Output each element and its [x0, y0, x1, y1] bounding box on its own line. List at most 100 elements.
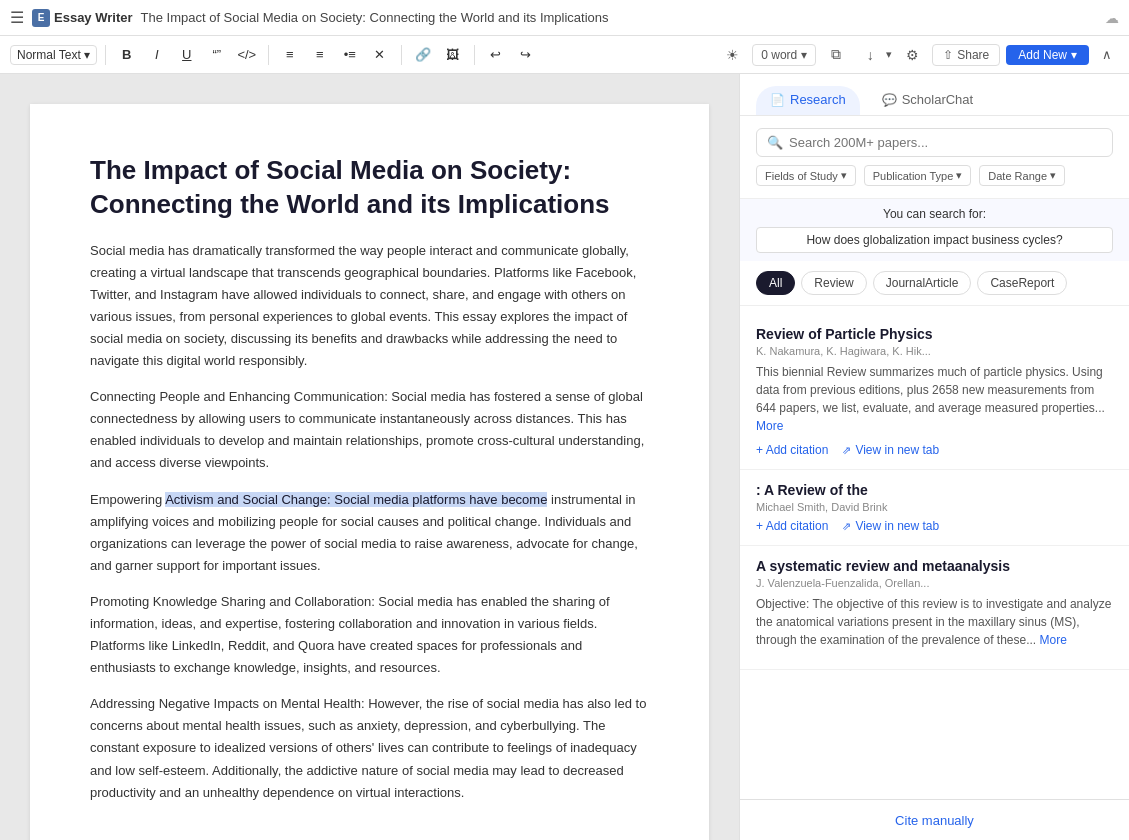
code-button[interactable]: </>	[234, 42, 260, 68]
results-list: Review of Particle Physics K. Nakamura, …	[740, 306, 1129, 799]
add-new-button[interactable]: Add New ▾	[1006, 45, 1089, 65]
result-actions-2: + Add citation ⇗ View in new tab	[756, 519, 1113, 533]
cite-manually-area: Cite manually	[740, 799, 1129, 840]
view-in-tab-2[interactable]: ⇗ View in new tab	[842, 519, 939, 533]
blockquote-button[interactable]: “”	[204, 42, 230, 68]
word-count-button[interactable]: 0 word ▾	[752, 44, 816, 66]
toolbar: Normal Text ▾ B I U “” </> ≡ ≡ •≡ ✕ 🔗 🖼 …	[0, 36, 1129, 74]
chip-review[interactable]: Review	[801, 271, 866, 295]
app-logo: E Essay Writer	[32, 9, 133, 27]
tab-scholarchat[interactable]: 💬 ScholarChat	[868, 86, 988, 115]
search-suggestion-query[interactable]: How does globalization impact business c…	[756, 227, 1113, 253]
result-more-1[interactable]: More	[756, 419, 783, 433]
date-chevron: ▾	[1050, 169, 1056, 182]
menu-icon[interactable]: ☰	[10, 8, 24, 27]
publication-chevron: ▾	[956, 169, 962, 182]
result-authors-3: J. Valenzuela-Fuenzalida, Orellan...	[756, 577, 1113, 589]
divider-3	[401, 45, 402, 65]
result-item: : A Review of the Michael Smith, David B…	[740, 470, 1129, 546]
ordered-list-button[interactable]: ≡	[307, 42, 333, 68]
result-abstract-1: This biennial Review summarizes much of …	[756, 363, 1113, 435]
download-chevron[interactable]: ▾	[886, 48, 892, 61]
view-in-tab-1[interactable]: ⇗ View in new tab	[842, 443, 939, 457]
download-group: ↓ ▾	[856, 41, 892, 69]
date-range-filter[interactable]: Date Range ▾	[979, 165, 1065, 186]
divider-1	[105, 45, 106, 65]
link-button[interactable]: 🔗	[410, 42, 436, 68]
search-area: 🔍 Fields of Study ▾ Publication Type ▾ D…	[740, 116, 1129, 198]
publication-type-filter[interactable]: Publication Type ▾	[864, 165, 972, 186]
result-title-3[interactable]: A systematic review and metaanalysis	[756, 558, 1113, 574]
add-citation-2[interactable]: + Add citation	[756, 519, 828, 533]
external-link-icon-1: ⇗	[842, 444, 851, 457]
document-title: The Impact of Social Media on Society: C…	[90, 154, 649, 222]
text-style-select[interactable]: Normal Text ▾	[10, 45, 97, 65]
image-button[interactable]: 🖼	[440, 42, 466, 68]
result-authors-1: K. Nakamura, K. Hagiwara, K. Hik...	[756, 345, 1113, 357]
result-actions-1: + Add citation ⇗ View in new tab	[756, 443, 1113, 457]
scholarchat-tab-label: ScholarChat	[902, 92, 974, 107]
tab-research[interactable]: 📄 Research	[756, 86, 860, 115]
main-layout: The Impact of Social Media on Society: C…	[0, 74, 1129, 840]
highlighted-text: Activism and Social Change: Social media…	[165, 492, 547, 507]
topbar: ☰ E Essay Writer The Impact of Social Me…	[0, 0, 1129, 36]
paragraph-5: Addressing Negative Impacts on Mental He…	[90, 693, 649, 803]
cloud-sync-icon: ☁	[1105, 10, 1119, 26]
search-input[interactable]	[789, 135, 1102, 150]
fields-of-study-filter[interactable]: Fields of Study ▾	[756, 165, 856, 186]
underline-button[interactable]: U	[174, 42, 200, 68]
chip-case-report[interactable]: CaseReport	[977, 271, 1067, 295]
add-new-label: Add New	[1018, 48, 1067, 62]
filter-chips: All Review JournalArticle CaseReport	[740, 261, 1129, 306]
research-tab-icon: 📄	[770, 93, 785, 107]
fields-chevron: ▾	[841, 169, 847, 182]
ai-icon[interactable]: ☀	[718, 41, 746, 69]
logo-icon: E	[32, 9, 50, 27]
result-item: A systematic review and metaanalysis J. …	[740, 546, 1129, 670]
chip-all[interactable]: All	[756, 271, 795, 295]
add-new-chevron: ▾	[1071, 48, 1077, 62]
redo-button[interactable]: ↪	[513, 42, 539, 68]
align-button[interactable]: ≡	[277, 42, 303, 68]
result-title-1[interactable]: Review of Particle Physics	[756, 326, 1113, 342]
result-more-3[interactable]: More	[1040, 633, 1067, 647]
collapse-button[interactable]: ∧	[1095, 43, 1119, 67]
result-title-2[interactable]: : A Review of the	[756, 482, 1113, 498]
search-icon: 🔍	[767, 135, 783, 150]
undo-button[interactable]: ↩	[483, 42, 509, 68]
bullet-list-button[interactable]: •≡	[337, 42, 363, 68]
date-label: Date Range	[988, 170, 1047, 182]
paragraph-2: Connecting People and Enhancing Communic…	[90, 386, 649, 474]
research-tab-label: Research	[790, 92, 846, 107]
result-abstract-3: Objective: The objective of this review …	[756, 595, 1113, 649]
word-count-label: 0 word	[761, 48, 797, 62]
filter-row: Fields of Study ▾ Publication Type ▾ Dat…	[756, 165, 1113, 186]
italic-button[interactable]: I	[144, 42, 170, 68]
share-icon: ⇧	[943, 48, 953, 62]
copy-button[interactable]: ⧉	[822, 41, 850, 69]
paragraph-4: Promoting Knowledge Sharing and Collabor…	[90, 591, 649, 679]
share-button[interactable]: ⇧ Share	[932, 44, 1000, 66]
divider-4	[474, 45, 475, 65]
add-citation-1[interactable]: + Add citation	[756, 443, 828, 457]
app-name: Essay Writer	[54, 10, 133, 25]
you-can-search-label: You can search for:	[756, 207, 1113, 221]
publication-label: Publication Type	[873, 170, 954, 182]
download-button[interactable]: ↓	[856, 41, 884, 69]
toolbar-right: ☀ 0 word ▾ ⧉ ↓ ▾ ⚙ ⇧ Share Add New ▾ ∧	[718, 41, 1119, 69]
chip-journal-article[interactable]: JournalArticle	[873, 271, 972, 295]
external-link-icon-2: ⇗	[842, 520, 851, 533]
editor-page: The Impact of Social Media on Society: C…	[30, 104, 709, 840]
paragraph-3: Empowering Activism and Social Change: S…	[90, 489, 649, 577]
result-item: Review of Particle Physics K. Nakamura, …	[740, 314, 1129, 470]
bold-button[interactable]: B	[114, 42, 140, 68]
paragraph-1: Social media has dramatically transforme…	[90, 240, 649, 373]
cite-manually-button[interactable]: Cite manually	[895, 813, 974, 828]
settings-button[interactable]: ⚙	[898, 41, 926, 69]
result-authors-2: Michael Smith, David Brink	[756, 501, 1113, 513]
text-style-label: Normal Text	[17, 48, 81, 62]
scholarchat-tab-icon: 💬	[882, 93, 897, 107]
chevron-down-icon: ▾	[84, 48, 90, 62]
clear-format-button[interactable]: ✕	[367, 42, 393, 68]
search-box[interactable]: 🔍	[756, 128, 1113, 157]
